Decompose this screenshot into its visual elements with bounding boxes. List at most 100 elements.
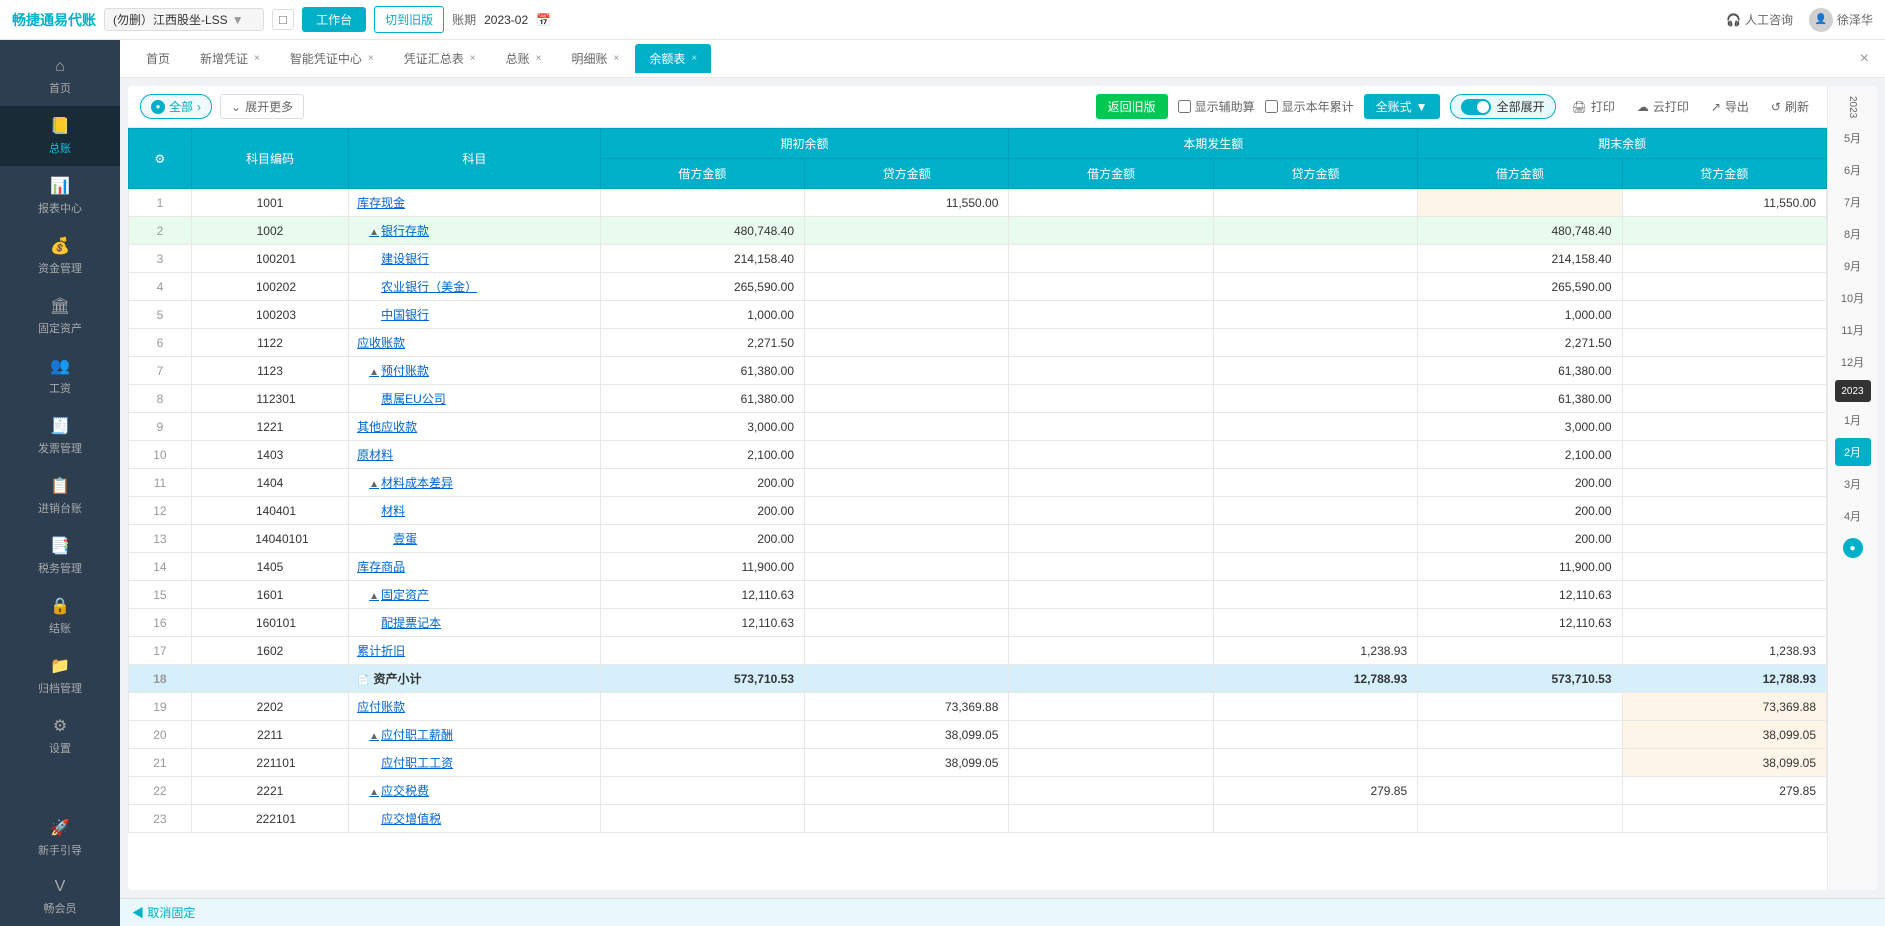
account-name[interactable]: 建设银行 — [349, 245, 601, 273]
account-name[interactable]: 应收账款 — [349, 329, 601, 357]
sidebar-item-capital[interactable]: 💰 资金管理 — [0, 226, 120, 286]
amount-cell — [1622, 525, 1826, 553]
right-panel-month-4[interactable]: 4月 — [1835, 502, 1871, 530]
right-panel-month-1[interactable]: 1月 — [1835, 406, 1871, 434]
copy-button[interactable]: □ — [272, 9, 294, 30]
sidebar-item-home[interactable]: ⌂ 首页 — [0, 48, 120, 106]
amount-cell — [1213, 497, 1417, 525]
account-name[interactable]: 📄资产小计 — [349, 665, 601, 693]
show-ytd-input[interactable] — [1265, 100, 1278, 113]
show-aux-input[interactable] — [1178, 100, 1191, 113]
amount-cell — [1418, 749, 1622, 777]
period-credit-header: 贷方金额 — [1213, 159, 1417, 189]
toolbar: ● 全部 › ⌄ 展开更多 返回旧版 显示辅助算 — [128, 86, 1827, 128]
right-panel-month-8[interactable]: 8月 — [1835, 220, 1871, 248]
tab-close-icon[interactable]: × — [691, 53, 697, 64]
sidebar-item-invoice[interactable]: 🧾 发票管理 — [0, 406, 120, 466]
back-old-version-button[interactable]: 返回旧版 — [1096, 94, 1168, 119]
account-name[interactable]: 配提票记本 — [349, 609, 601, 637]
account-name[interactable]: ▲银行存款 — [349, 217, 601, 245]
format-button[interactable]: 全账式 ▼ — [1364, 94, 1440, 119]
cloud-print-button[interactable]: ☁ 云打印 — [1631, 95, 1695, 118]
account-name[interactable]: 库存现金 — [349, 189, 601, 217]
amount-cell: 573,710.53 — [1418, 665, 1622, 693]
sidebar-item-report[interactable]: 📊 报表中心 — [0, 166, 120, 226]
expand-more-button[interactable]: ⌄ 展开更多 — [220, 94, 304, 119]
tab-detail[interactable]: 明细账 × — [557, 44, 633, 73]
user-info[interactable]: 👤 徐泽华 — [1809, 8, 1873, 32]
sidebar-item-salary[interactable]: 👥 工资 — [0, 346, 120, 406]
tab-new-voucher[interactable]: 新增凭证 × — [186, 44, 274, 73]
right-panel-circle-button[interactable]: ● — [1843, 538, 1863, 558]
switch-version-button[interactable]: 切到旧版 — [374, 6, 444, 33]
right-panel-month-9[interactable]: 9月 — [1835, 252, 1871, 280]
account-name[interactable]: 库存商品 — [349, 553, 601, 581]
account-name[interactable]: 应付职工工资 — [349, 749, 601, 777]
tab-close-icon[interactable]: × — [536, 53, 542, 64]
sidebar-item-tax[interactable]: 📑 税务管理 — [0, 526, 120, 586]
amount-cell — [1009, 497, 1213, 525]
tab-close-icon[interactable]: × — [470, 53, 476, 64]
amount-cell — [805, 777, 1009, 805]
toggle-switch[interactable] — [1461, 99, 1491, 115]
account-name[interactable]: 惠属EU公司 — [349, 385, 601, 413]
sidebar-item-purchase[interactable]: 📋 进销台账 — [0, 466, 120, 526]
tab-close-icon[interactable]: × — [254, 53, 260, 64]
tab-smart-voucher[interactable]: 智能凭证中心 × — [276, 44, 388, 73]
account-name[interactable]: 原材料 — [349, 441, 601, 469]
right-panel-month-2[interactable]: 2月 — [1835, 438, 1871, 466]
tab-balance[interactable]: 余额表 × — [635, 44, 711, 73]
account-code: 1404 — [191, 469, 348, 497]
export-button[interactable]: ↗ 导出 — [1705, 95, 1755, 118]
account-name[interactable]: 累计折旧 — [349, 637, 601, 665]
right-panel-month-3[interactable]: 3月 — [1835, 470, 1871, 498]
sidebar-item-assets[interactable]: 🏛 固定资产 — [0, 286, 120, 346]
consult-button[interactable]: 🎧 人工咨询 — [1726, 11, 1793, 28]
right-panel-month-11[interactable]: 11月 — [1835, 316, 1871, 344]
sidebar-item-closing[interactable]: 🔒 结账 — [0, 586, 120, 646]
sidebar-item-ledger[interactable]: 📒 总账 — [0, 106, 120, 166]
account-name[interactable]: 应付账款 — [349, 693, 601, 721]
right-panel-month-10[interactable]: 10月 — [1835, 284, 1871, 312]
right-panel-month-7[interactable]: 7月 — [1835, 188, 1871, 216]
account-name[interactable]: ▲固定资产 — [349, 581, 601, 609]
calendar-icon[interactable]: 📅 — [536, 13, 551, 27]
tab-voucher-summary[interactable]: 凭证汇总表 × — [390, 44, 490, 73]
account-name[interactable]: 材料 — [349, 497, 601, 525]
tab-close-icon[interactable]: × — [368, 53, 374, 64]
filter-all-button[interactable]: ● 全部 › — [140, 94, 212, 119]
account-name[interactable]: 壹蛋 — [349, 525, 601, 553]
window-close-button[interactable]: × — [1856, 46, 1873, 72]
tab-close-icon[interactable]: × — [613, 53, 619, 64]
sidebar-item-member[interactable]: V 畅会员 — [0, 868, 120, 926]
balance-table-page: ● 全部 › ⌄ 展开更多 返回旧版 显示辅助算 — [128, 86, 1827, 890]
show-aux-checkbox[interactable]: 显示辅助算 — [1178, 98, 1255, 115]
print-button[interactable]: 🖨 打印 — [1566, 95, 1621, 118]
amount-cell: 12,110.63 — [600, 581, 804, 609]
expand-all-toggle[interactable]: 全部展开 — [1450, 94, 1556, 119]
right-panel-month-6[interactable]: 6月 — [1835, 156, 1871, 184]
account-name[interactable]: 中国银行 — [349, 301, 601, 329]
account-name[interactable]: 农业银行（美金） — [349, 273, 601, 301]
account-name[interactable]: 应交增值税 — [349, 805, 601, 833]
right-panel-month-5[interactable]: 5月 — [1835, 124, 1871, 152]
tab-ledger[interactable]: 总账 × — [492, 44, 556, 73]
settings-column-header[interactable]: ⚙ — [129, 129, 192, 189]
amount-cell: 11,900.00 — [1418, 553, 1622, 581]
account-name[interactable]: ▲应付职工薪酬 — [349, 721, 601, 749]
workbench-button[interactable]: 工作台 — [302, 7, 366, 32]
tab-home[interactable]: 首页 — [132, 44, 184, 73]
show-ytd-checkbox[interactable]: 显示本年累计 — [1265, 98, 1354, 115]
account-name[interactable]: ▲应交税费 — [349, 777, 601, 805]
amount-cell: 200.00 — [1418, 525, 1622, 553]
sidebar-item-settings[interactable]: ⚙ 设置 — [0, 706, 120, 766]
account-name[interactable]: ▲材料成本差异 — [349, 469, 601, 497]
sidebar-item-guide[interactable]: 🚀 新手引导 — [0, 808, 120, 868]
account-name[interactable]: ▲预付账款 — [349, 357, 601, 385]
refresh-button[interactable]: ↺ 刷新 — [1765, 95, 1815, 118]
right-panel-month-12[interactable]: 12月 — [1835, 348, 1871, 376]
company-selector[interactable]: (勿删）江西股坐-LSS ▼ — [104, 8, 264, 31]
sidebar-item-archive[interactable]: 📁 归档管理 — [0, 646, 120, 706]
account-name[interactable]: 其他应收款 — [349, 413, 601, 441]
status-text[interactable]: ◀ 取消固定 — [132, 904, 195, 921]
